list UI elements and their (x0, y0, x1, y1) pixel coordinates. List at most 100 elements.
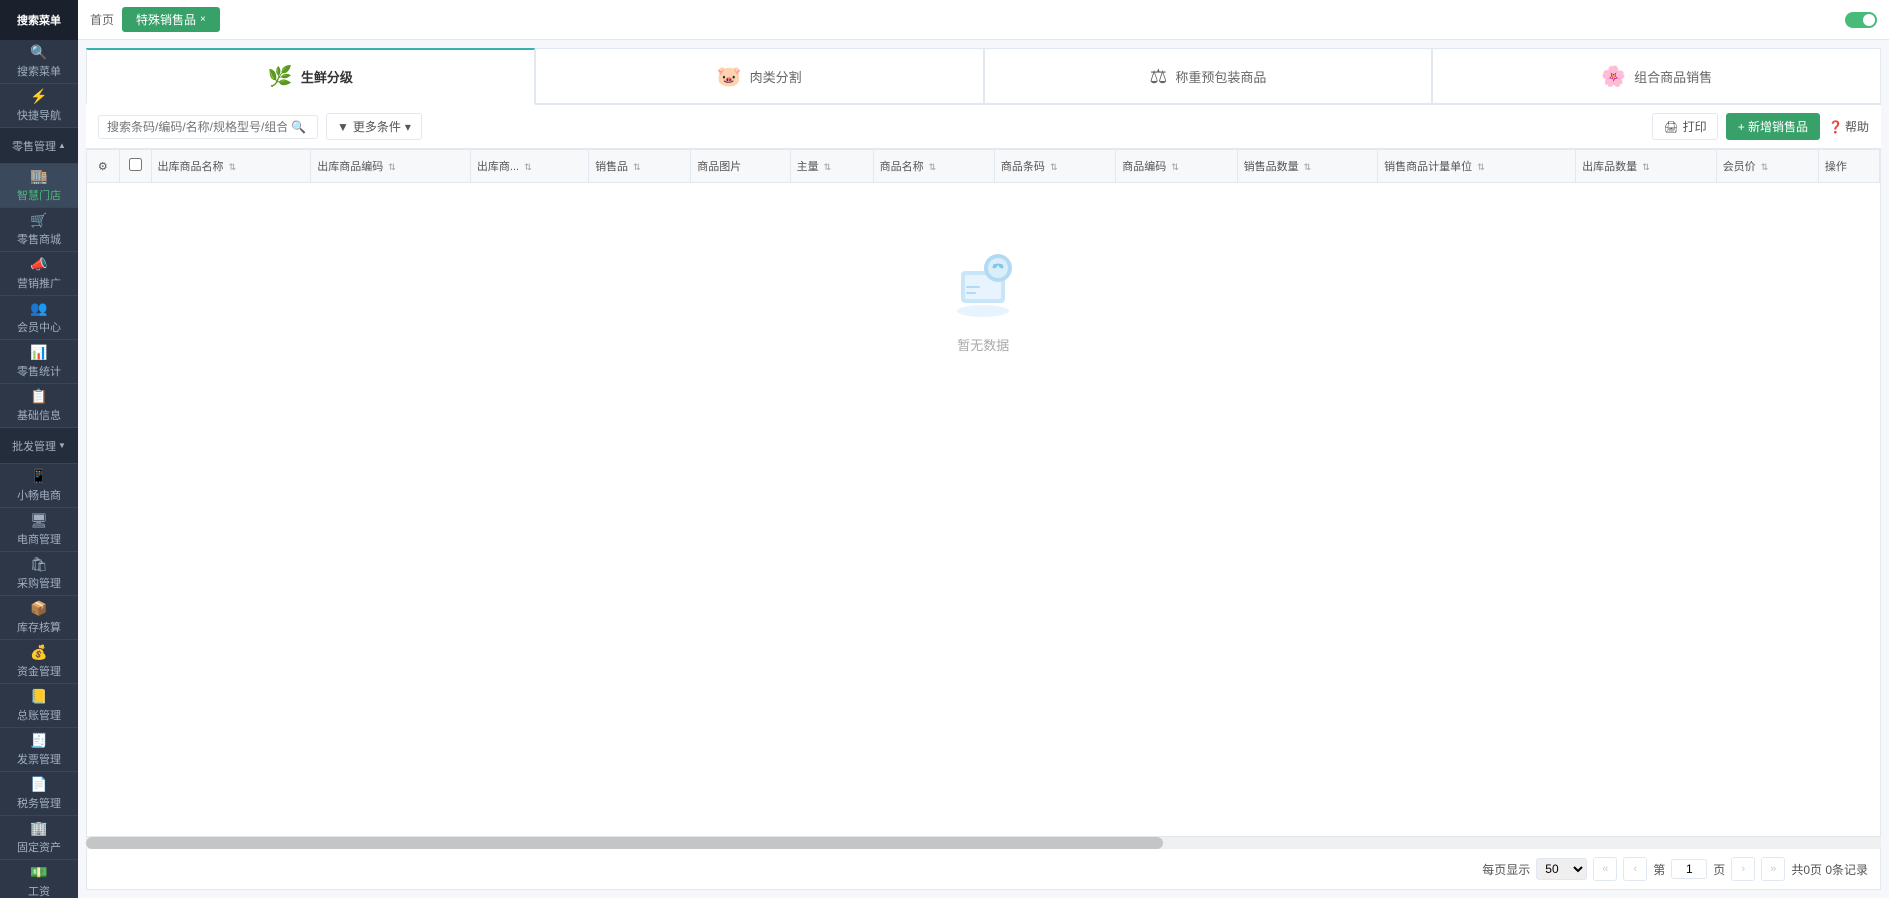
scrollbar-thumb[interactable] (86, 837, 1163, 849)
sidebar-item-search-menu[interactable]: 🔍 搜索菜单 (0, 40, 78, 84)
data-table-container[interactable]: ⚙ 出库商品名称 ⇅ 出库商品编码 ⇅ (86, 149, 1881, 837)
sort-icon[interactable]: ⇅ (1171, 162, 1179, 172)
horizontal-scrollbar[interactable] (86, 837, 1881, 849)
empty-state-icon (943, 243, 1023, 323)
th-action: 操作 (1818, 150, 1879, 183)
help-circle-icon: ❓ (1828, 120, 1843, 134)
sidebar-item-finance[interactable]: 💰 资金管理 (0, 640, 78, 684)
weigh-pack-icon: ⚖ (1149, 64, 1167, 89)
sidebar-item-label: 零售商城 (17, 231, 61, 247)
retail-stats-icon: 📊 (30, 344, 47, 361)
home-link[interactable]: 首页 (90, 11, 114, 28)
sort-icon[interactable]: ⇅ (1761, 162, 1769, 172)
pagination: 每页显示 50 10 20 100 « ‹ 第 页 › » 共0页 0条记录 (86, 849, 1881, 890)
sidebar-logo: 搜索菜单 (0, 0, 78, 40)
th-sales-unit: 销售商品计量单位 ⇅ (1378, 150, 1576, 183)
sort-icon[interactable]: ⇅ (929, 162, 937, 172)
sidebar-item-general-ledger[interactable]: 📒 总账管理 (0, 684, 78, 728)
tab-close-icon[interactable]: × (200, 14, 206, 25)
invoice-icon: 🧾 (30, 732, 47, 749)
per-page-select[interactable]: 50 10 20 100 (1536, 858, 1587, 880)
th-product-name: 商品名称 ⇅ (873, 150, 994, 183)
th-outbound-spec: 出库商... ⇅ (470, 150, 588, 183)
data-table: ⚙ 出库商品名称 ⇅ 出库商品编码 ⇅ (87, 150, 1880, 414)
new-sales-item-button[interactable]: + 新增销售品 (1726, 113, 1820, 140)
cat-tab-fresh-grade[interactable]: 🌿 生鲜分级 (86, 48, 535, 105)
empty-text: 暂无数据 (957, 335, 1009, 354)
sort-icon[interactable]: ⇅ (524, 162, 532, 172)
page-input[interactable] (1671, 859, 1707, 879)
sidebar-item-smart-store[interactable]: 🏬 智慧门店 (0, 164, 78, 208)
sidebar-item-wholesale-mgmt[interactable]: 批发管理 ▼ (0, 428, 78, 464)
sidebar-item-invoice-mgmt[interactable]: 🧾 发票管理 (0, 728, 78, 772)
sidebar-item-label: 智慧门店 (17, 187, 61, 203)
sidebar-item-retail-mall[interactable]: 🛒 零售商城 (0, 208, 78, 252)
per-page-label: 每页显示 (1482, 861, 1530, 878)
sidebar-item-label: 总账管理 (17, 707, 61, 723)
th-product-barcode: 商品条码 ⇅ (994, 150, 1115, 183)
th-settings[interactable]: ⚙ (87, 150, 119, 183)
filter-label: 更多条件 (353, 118, 401, 135)
cat-tab-weigh-pack[interactable]: ⚖ 称重预包装商品 (984, 48, 1433, 104)
th-outbound-name: 出库商品名称 ⇅ (151, 150, 311, 183)
sidebar-item-tax-mgmt[interactable]: 📄 税务管理 (0, 772, 78, 816)
help-button[interactable]: ❓ 帮助 (1828, 118, 1869, 135)
sort-icon[interactable]: ⇅ (1050, 162, 1058, 172)
sidebar-item-basic-info[interactable]: 📋 基础信息 (0, 384, 78, 428)
sidebar-item-quick-nav[interactable]: ⚡ 快捷导航 (0, 84, 78, 128)
sidebar-item-fixed-assets[interactable]: 🏢 固定资产 (0, 816, 78, 860)
sort-icon[interactable]: ⇅ (388, 162, 396, 172)
active-tab[interactable]: 特殊销售品 × (122, 7, 220, 32)
sidebar-item-ecom-mgmt[interactable]: 🖥 电商管理 (0, 508, 78, 552)
first-page-button[interactable]: « (1593, 857, 1617, 881)
page-label: 第 (1653, 861, 1665, 878)
th-outbound-code: 出库商品编码 ⇅ (311, 150, 471, 183)
sidebar-item-label: 税务管理 (17, 795, 61, 811)
sidebar-item-mini-ecom[interactable]: 📱 小畅电商 (0, 464, 78, 508)
cat-tab-combo-sale[interactable]: 🌸 组合商品销售 (1432, 48, 1881, 104)
sort-icon[interactable]: ⇅ (633, 162, 641, 172)
mini-ecom-icon: 📱 (30, 468, 47, 485)
sort-icon[interactable]: ⇅ (824, 162, 832, 172)
sidebar-item-marketing[interactable]: 📣 营销推广 (0, 252, 78, 296)
sidebar-item-wages[interactable]: 💵 工资 (0, 860, 78, 898)
ecom-mgmt-icon: 🖥 (30, 512, 48, 529)
prev-page-button[interactable]: ‹ (1623, 857, 1647, 881)
th-product-code: 商品编码 ⇅ (1116, 150, 1237, 183)
cat-tab-meat-cut[interactable]: 🐷 肉类分割 (535, 48, 984, 104)
select-all-checkbox[interactable] (129, 158, 142, 171)
search-icon[interactable]: 🔍 (291, 120, 306, 134)
search-input[interactable] (107, 120, 287, 134)
sidebar-item-label: 快捷导航 (17, 107, 61, 123)
sidebar-item-retail-stats[interactable]: 📊 零售统计 (0, 340, 78, 384)
sort-icon[interactable]: ⇅ (1477, 162, 1485, 172)
sort-icon[interactable]: ⇅ (1304, 162, 1312, 172)
topbar: 首页 特殊销售品 × (78, 0, 1889, 40)
toolbar: 🔍 ▼ 更多条件 ▾ 🖨 打印 + 新增销售品 ❓ 帮助 (86, 105, 1881, 149)
toggle-switch[interactable] (1845, 12, 1877, 28)
cat-tab-label: 生鲜分级 (301, 67, 353, 86)
sort-icon[interactable]: ⇅ (229, 162, 237, 172)
th-member-price: 会员价 ⇅ (1716, 150, 1818, 183)
purchase-mgmt-icon: 🛍 (30, 556, 48, 573)
active-tab-label: 特殊销售品 (136, 11, 196, 28)
inventory-icon: 📦 (30, 600, 47, 617)
settings-icon[interactable]: ⚙ (98, 161, 108, 173)
print-button[interactable]: 🖨 打印 (1652, 113, 1717, 140)
filter-button[interactable]: ▼ 更多条件 ▾ (326, 113, 422, 140)
th-checkbox[interactable] (119, 150, 151, 183)
sort-icon[interactable]: ⇅ (1642, 162, 1650, 172)
sidebar-item-inventory[interactable]: 📦 库存核算 (0, 596, 78, 640)
th-outbound-qty: 出库品数量 ⇅ (1576, 150, 1717, 183)
next-page-button[interactable]: › (1731, 857, 1755, 881)
sidebar-item-members[interactable]: 👥 会员中心 (0, 296, 78, 340)
sidebar-item-purchase-mgmt[interactable]: 🛍 采购管理 (0, 552, 78, 596)
empty-state: 暂无数据 (87, 183, 1880, 414)
sidebar-item-label: 基础信息 (17, 407, 61, 423)
search-box[interactable]: 🔍 (98, 115, 318, 139)
sidebar-item-retail-mgmt[interactable]: 零售管理 ▲ (0, 128, 78, 164)
th-sales-qty: 销售品数量 ⇅ (1237, 150, 1378, 183)
last-page-button[interactable]: » (1761, 857, 1785, 881)
toolbar-right: 🖨 打印 + 新增销售品 ❓ 帮助 (1652, 113, 1869, 140)
marketing-icon: 📣 (30, 256, 47, 273)
